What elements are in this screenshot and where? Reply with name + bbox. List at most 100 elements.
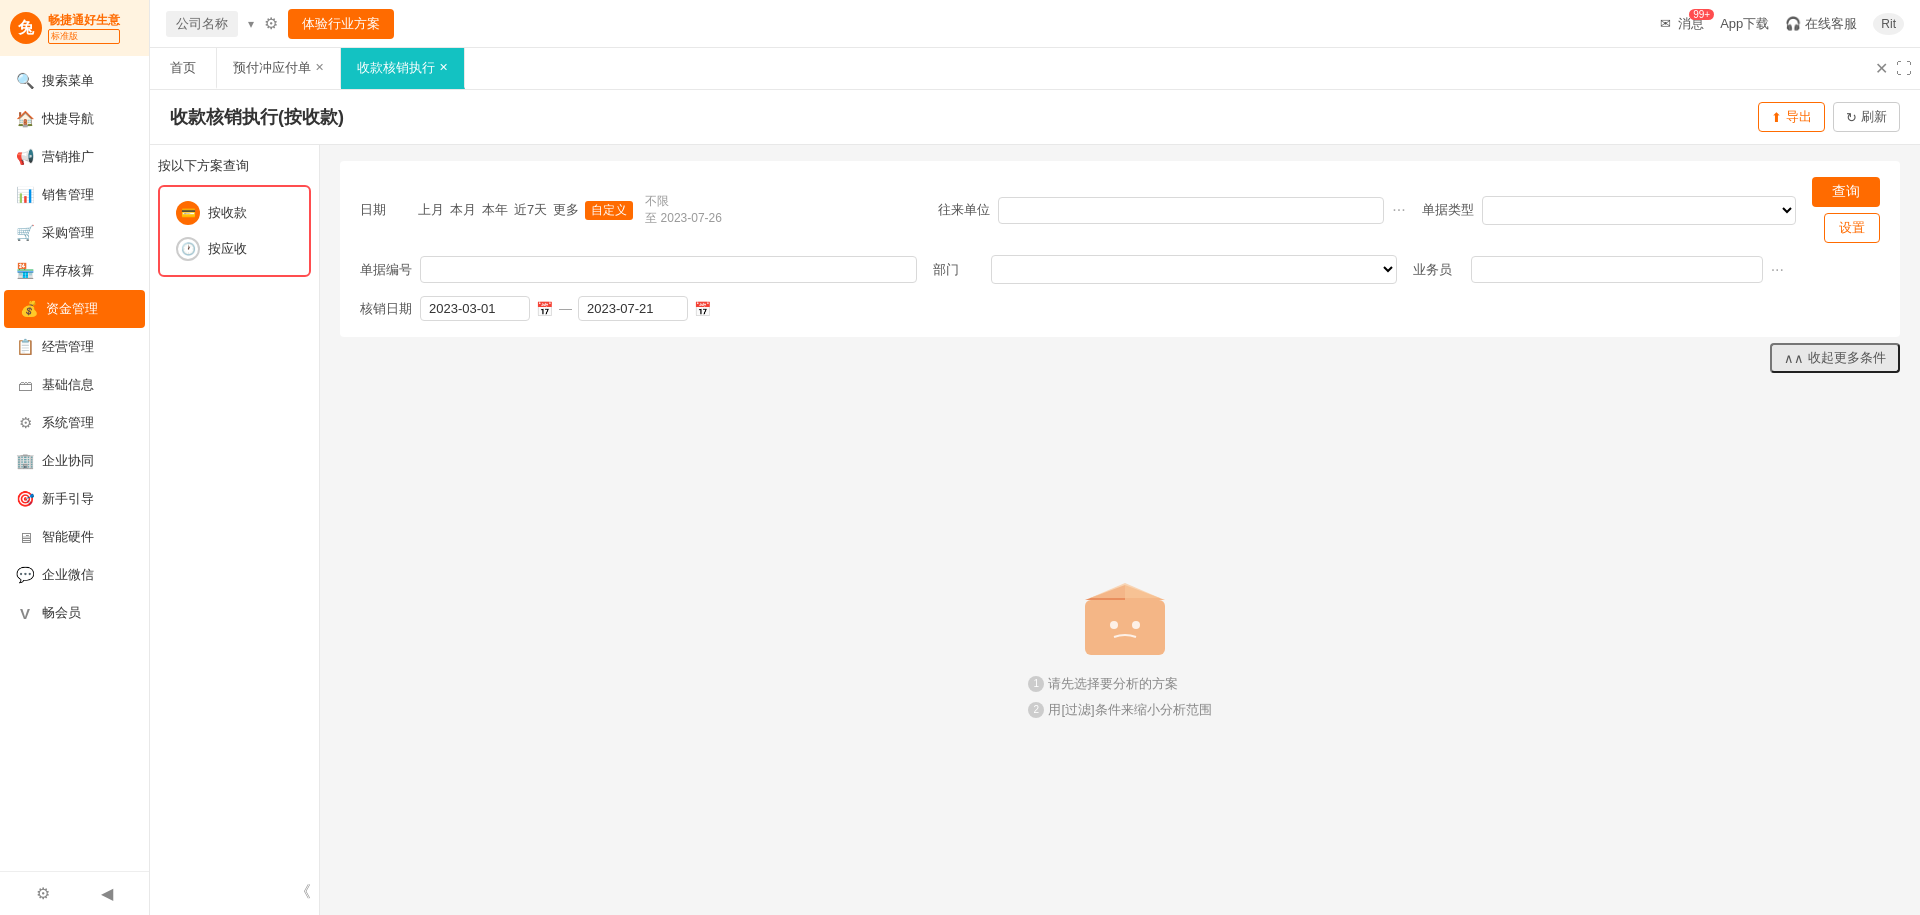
partner-filter-field: 往来单位 ···	[938, 197, 1406, 224]
svg-marker-3	[1090, 583, 1160, 598]
refresh-icon: ↻	[1846, 110, 1857, 125]
writeoff-date-start-cal-icon[interactable]: 📅	[536, 301, 553, 317]
sidebar-item-enterprise[interactable]: 🏢 企业协同	[0, 442, 149, 480]
settings-button[interactable]: 设置	[1824, 213, 1880, 243]
export-icon: ⬆	[1771, 110, 1782, 125]
logo-area: 兔 畅捷通好生意 标准版	[0, 0, 149, 56]
sidebar-item-label: 库存核算	[42, 262, 94, 280]
industry-solution-button[interactable]: 体验行业方案	[288, 9, 394, 39]
sidebar-item-hardware[interactable]: 🖥 智能硬件	[0, 518, 149, 556]
inventory-icon: 🏪	[16, 262, 34, 280]
collapse-left-panel-button[interactable]: 《	[158, 882, 311, 903]
sidebar-item-label: 企业微信	[42, 566, 94, 584]
settings-icon[interactable]: ⚙	[36, 884, 50, 903]
sidebar-item-basic[interactable]: 🗃 基础信息	[0, 366, 149, 404]
sidebar-item-label: 搜索菜单	[42, 72, 94, 90]
date-last-month[interactable]: 上月	[418, 201, 444, 219]
date-to-text: 至 2023-07-26	[645, 210, 722, 227]
basic-icon: 🗃	[16, 377, 34, 394]
sidebar-item-guide[interactable]: 🎯 新手引导	[0, 480, 149, 518]
app-download-link[interactable]: App下载	[1720, 15, 1769, 33]
sidebar-item-operations[interactable]: 📋 经营管理	[0, 328, 149, 366]
sidebar-item-marketing[interactable]: 📢 营销推广	[0, 138, 149, 176]
date-no-limit: 不限	[645, 193, 722, 210]
dept-filter-field: 部门	[933, 255, 1397, 284]
step-2-icon: 2	[1028, 702, 1044, 718]
message-icon: ✉	[1660, 16, 1671, 31]
sidebar-item-search[interactable]: 🔍 搜索菜单	[0, 62, 149, 100]
logo-badge: 标准版	[48, 29, 120, 44]
sidebar-item-sales[interactable]: 📊 销售管理	[0, 176, 149, 214]
filter-option-receivable-label: 按应收	[208, 240, 247, 258]
svg-point-4	[1110, 621, 1118, 629]
tab-prepay[interactable]: 预付冲应付单 ✕	[217, 48, 341, 89]
date-more[interactable]: 更多	[553, 201, 579, 219]
user-avatar[interactable]: Rit	[1873, 13, 1904, 35]
logo-text-area: 畅捷通好生意 标准版	[48, 12, 120, 44]
content-area: 按以下方案查询 💳 按收款 🕐 按应收 《	[150, 145, 1920, 915]
operations-icon: 📋	[16, 338, 34, 356]
sidebar-item-system[interactable]: ⚙ 系统管理	[0, 404, 149, 442]
partner-label: 往来单位	[938, 201, 990, 219]
svg-point-5	[1132, 621, 1140, 629]
page-title: 收款核销执行(按收款)	[170, 105, 344, 129]
settings-gear-icon[interactable]: ⚙	[264, 14, 278, 33]
tab-prepay-close-icon[interactable]: ✕	[315, 61, 324, 74]
wechat-icon: 💬	[16, 566, 34, 584]
action-col: 查询 设置	[1812, 177, 1880, 243]
main-area: 公司名称 ▾ ⚙ 体验行业方案 ✉ 消息 99+ App下载 🎧 在线客服 Ri…	[150, 0, 1920, 915]
sidebar-item-quick-nav[interactable]: 🏠 快捷导航	[0, 100, 149, 138]
company-name[interactable]: 公司名称	[166, 11, 238, 37]
doc-type-select[interactable]	[1482, 196, 1796, 225]
writeoff-date-range: 📅 — 📅	[420, 296, 711, 321]
date-this-year[interactable]: 本年	[482, 201, 508, 219]
writeoff-date-label: 核销日期	[360, 300, 412, 318]
doc-type-filter-field: 单据类型	[1422, 196, 1796, 225]
sidebar-nav: 🔍 搜索菜单 🏠 快捷导航 📢 营销推广 📊 销售管理 🛒 采购管理 🏪 库存核…	[0, 56, 149, 871]
empty-hint-2: 2 用[过滤]条件来缩小分析范围	[1028, 697, 1211, 723]
writeoff-date-end-input[interactable]	[578, 296, 688, 321]
empty-illustration	[1070, 555, 1170, 655]
tab-receipt-writeoff-close-icon[interactable]: ✕	[439, 61, 448, 74]
tab-receipt-writeoff[interactable]: 收款核销执行 ✕	[341, 48, 465, 89]
sidebar-item-finance[interactable]: 💰 资金管理	[4, 290, 145, 328]
empty-svg	[1070, 555, 1180, 665]
sidebar-item-label: 畅会员	[42, 604, 81, 622]
online-service-link[interactable]: 🎧 在线客服	[1785, 15, 1857, 33]
salesperson-more-icon[interactable]: ···	[1771, 261, 1784, 279]
partner-more-icon[interactable]: ···	[1392, 201, 1405, 219]
date-limit-info: 不限 至 2023-07-26	[645, 193, 722, 227]
salesperson-filter-field: 业务员 ···	[1413, 256, 1784, 283]
maximize-tab-icon[interactable]: ⛶	[1896, 60, 1912, 78]
partner-input[interactable]	[998, 197, 1385, 224]
sidebar-item-purchase[interactable]: 🛒 采购管理	[0, 214, 149, 252]
doc-no-input[interactable]	[420, 256, 917, 283]
salesperson-input[interactable]	[1471, 256, 1763, 283]
filter-row-2: 单据编号 部门 业务员 ···	[360, 255, 1880, 284]
collapse-more-button[interactable]: ∧∧ 收起更多条件	[1770, 343, 1900, 373]
empty-hint-1: 1 请先选择要分析的方案	[1028, 671, 1211, 697]
query-button[interactable]: 查询	[1812, 177, 1880, 207]
message-badge[interactable]: ✉ 消息 99+	[1660, 15, 1705, 33]
sidebar-item-inventory[interactable]: 🏪 库存核算	[0, 252, 149, 290]
writeoff-date-start-input[interactable]	[420, 296, 530, 321]
close-tab-icon[interactable]: ✕	[1875, 59, 1888, 78]
tab-home[interactable]: 首页	[150, 48, 217, 89]
empty-text: 1 请先选择要分析的方案 2 用[过滤]条件来缩小分析范围	[1028, 671, 1211, 723]
collapse-sidebar-icon[interactable]: ◀	[101, 884, 113, 903]
dept-select[interactable]	[991, 255, 1397, 284]
sidebar-item-wechat[interactable]: 💬 企业微信	[0, 556, 149, 594]
writeoff-date-end-cal-icon[interactable]: 📅	[694, 301, 711, 317]
date-this-month[interactable]: 本月	[450, 201, 476, 219]
filter-option-by-receipt[interactable]: 💳 按收款	[168, 195, 301, 231]
refresh-button[interactable]: ↻ 刷新	[1833, 102, 1900, 132]
sidebar-item-member[interactable]: V 畅会员	[0, 594, 149, 632]
hardware-icon: 🖥	[16, 529, 34, 546]
date-custom[interactable]: 自定义	[585, 201, 633, 220]
date-last-7-days[interactable]: 近7天	[514, 201, 547, 219]
filter-row-3: 核销日期 📅 — 📅	[360, 296, 1880, 321]
export-button[interactable]: ⬆ 导出	[1758, 102, 1825, 132]
filter-option-by-receivable[interactable]: 🕐 按应收	[168, 231, 301, 267]
company-dropdown-icon[interactable]: ▾	[248, 17, 254, 31]
top-header: 公司名称 ▾ ⚙ 体验行业方案 ✉ 消息 99+ App下载 🎧 在线客服 Ri…	[150, 0, 1920, 48]
